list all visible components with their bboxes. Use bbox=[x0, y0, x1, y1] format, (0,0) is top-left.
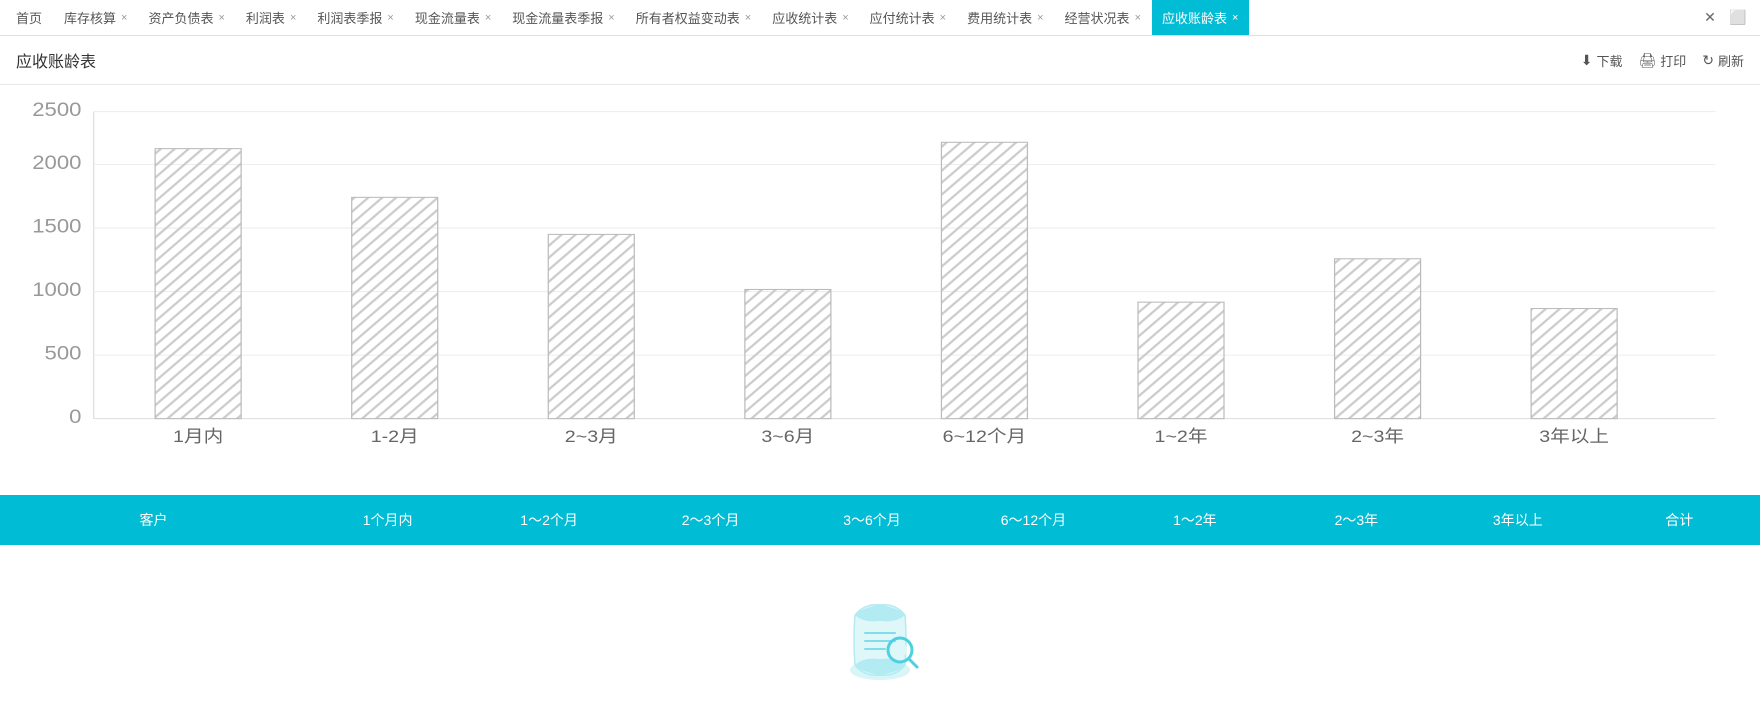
col-customer: 客户 bbox=[0, 510, 307, 530]
chart-area: 0 500 1000 1500 2000 2500 1月内 1-2月 2~3月 bbox=[0, 85, 1760, 495]
close-ar-aging-tab[interactable]: × bbox=[1232, 12, 1238, 24]
col-2-3year: 2～3年 bbox=[1276, 510, 1437, 530]
tab-inventory[interactable]: 库存核算 × bbox=[54, 0, 138, 36]
tab-operation[interactable]: 经营状况表 × bbox=[1055, 0, 1152, 36]
tab-ap-stat[interactable]: 应付统计表 × bbox=[860, 0, 957, 36]
print-icon: 🖨 bbox=[1638, 52, 1656, 69]
tab-bar: 首页 库存核算 × 资产负债表 × 利润表 × 利润表季报 × 现金流量表 × … bbox=[0, 0, 1760, 36]
page-header: 应收账龄表 ⬇ 下载 🖨 打印 ↻ 刷新 bbox=[0, 36, 1760, 85]
close-profit-tab[interactable]: × bbox=[290, 12, 296, 24]
svg-text:2~3月: 2~3月 bbox=[565, 426, 618, 445]
svg-text:1月内: 1月内 bbox=[173, 426, 223, 445]
svg-text:6~12个月: 6~12个月 bbox=[943, 426, 1027, 445]
refresh-label: 刷新 bbox=[1718, 51, 1744, 70]
close-profit-quarterly-tab[interactable]: × bbox=[387, 12, 393, 24]
download-button[interactable]: ⬇ 下载 bbox=[1581, 51, 1623, 70]
close-balance-tab[interactable]: × bbox=[218, 12, 224, 24]
page-title: 应收账龄表 bbox=[16, 48, 96, 72]
refresh-icon: ↻ bbox=[1702, 52, 1714, 69]
header-actions: ⬇ 下载 🖨 打印 ↻ 刷新 bbox=[1581, 51, 1744, 70]
col-2-3month: 2～3个月 bbox=[630, 510, 791, 530]
tab-home[interactable]: 首页 bbox=[4, 8, 54, 27]
col-3plus-year: 3年以上 bbox=[1437, 510, 1598, 530]
svg-text:3年以上: 3年以上 bbox=[1539, 426, 1609, 445]
tab-ar-stat[interactable]: 应收统计表 × bbox=[762, 0, 859, 36]
col-1-2year: 1～2年 bbox=[1114, 510, 1275, 530]
empty-state bbox=[0, 545, 1760, 721]
svg-text:1~2年: 1~2年 bbox=[1155, 426, 1208, 445]
tab-ar-aging[interactable]: 应收账龄表 × bbox=[1152, 0, 1249, 36]
close-inventory-tab[interactable]: × bbox=[121, 12, 127, 24]
refresh-button[interactable]: ↻ 刷新 bbox=[1702, 51, 1744, 70]
tab-cashflow-quarterly[interactable]: 现金流量表季报 × bbox=[502, 0, 625, 36]
svg-text:2000: 2000 bbox=[32, 152, 81, 173]
close-cashflow-tab[interactable]: × bbox=[485, 12, 491, 24]
svg-text:2~3年: 2~3年 bbox=[1351, 426, 1404, 445]
maximize-window-button[interactable]: ⬜ bbox=[1728, 8, 1748, 28]
tab-balance[interactable]: 资产负债表 × bbox=[138, 0, 235, 36]
empty-icon bbox=[825, 585, 935, 695]
tab-expense-stat[interactable]: 费用统计表 × bbox=[957, 0, 1054, 36]
close-equity-tab[interactable]: × bbox=[745, 12, 751, 24]
print-label: 打印 bbox=[1660, 51, 1686, 70]
close-window-button[interactable]: ✕ bbox=[1700, 8, 1720, 28]
close-ar-stat-tab[interactable]: × bbox=[842, 12, 848, 24]
col-1month: 1个月内 bbox=[307, 510, 468, 530]
main-content: 0 500 1000 1500 2000 2500 1月内 1-2月 2~3月 bbox=[0, 85, 1760, 721]
tab-profit[interactable]: 利润表 × bbox=[236, 0, 307, 36]
table-header: 客户 1个月内 1～2个月 2～3个月 3～6个月 6～12个月 1～2年 2～… bbox=[0, 495, 1760, 545]
svg-text:2500: 2500 bbox=[32, 101, 81, 120]
svg-text:1500: 1500 bbox=[32, 216, 81, 237]
download-label: 下载 bbox=[1596, 51, 1622, 70]
close-cashflow-quarterly-tab[interactable]: × bbox=[608, 12, 614, 24]
window-controls: ✕ ⬜ bbox=[1700, 8, 1756, 28]
svg-text:1-2月: 1-2月 bbox=[371, 426, 419, 445]
tab-profit-quarterly[interactable]: 利润表季报 × bbox=[307, 0, 404, 36]
bar-chart: 0 500 1000 1500 2000 2500 1月内 1-2月 2~3月 bbox=[20, 101, 1740, 461]
svg-text:500: 500 bbox=[45, 343, 82, 364]
col-3-6month: 3～6个月 bbox=[791, 510, 952, 530]
close-expense-stat-tab[interactable]: × bbox=[1037, 12, 1043, 24]
svg-text:1000: 1000 bbox=[32, 279, 81, 300]
col-6-12month: 6～12个月 bbox=[953, 510, 1114, 530]
close-operation-tab[interactable]: × bbox=[1135, 12, 1141, 24]
tab-equity[interactable]: 所有者权益变动表 × bbox=[626, 0, 762, 36]
svg-text:0: 0 bbox=[69, 406, 81, 427]
close-ap-stat-tab[interactable]: × bbox=[940, 12, 946, 24]
download-icon: ⬇ bbox=[1581, 52, 1593, 69]
tab-cashflow[interactable]: 现金流量表 × bbox=[405, 0, 502, 36]
print-button[interactable]: 🖨 打印 bbox=[1638, 51, 1686, 70]
svg-text:3~6月: 3~6月 bbox=[761, 426, 814, 445]
col-1-2month: 1～2个月 bbox=[468, 510, 629, 530]
col-total: 合计 bbox=[1599, 510, 1760, 530]
